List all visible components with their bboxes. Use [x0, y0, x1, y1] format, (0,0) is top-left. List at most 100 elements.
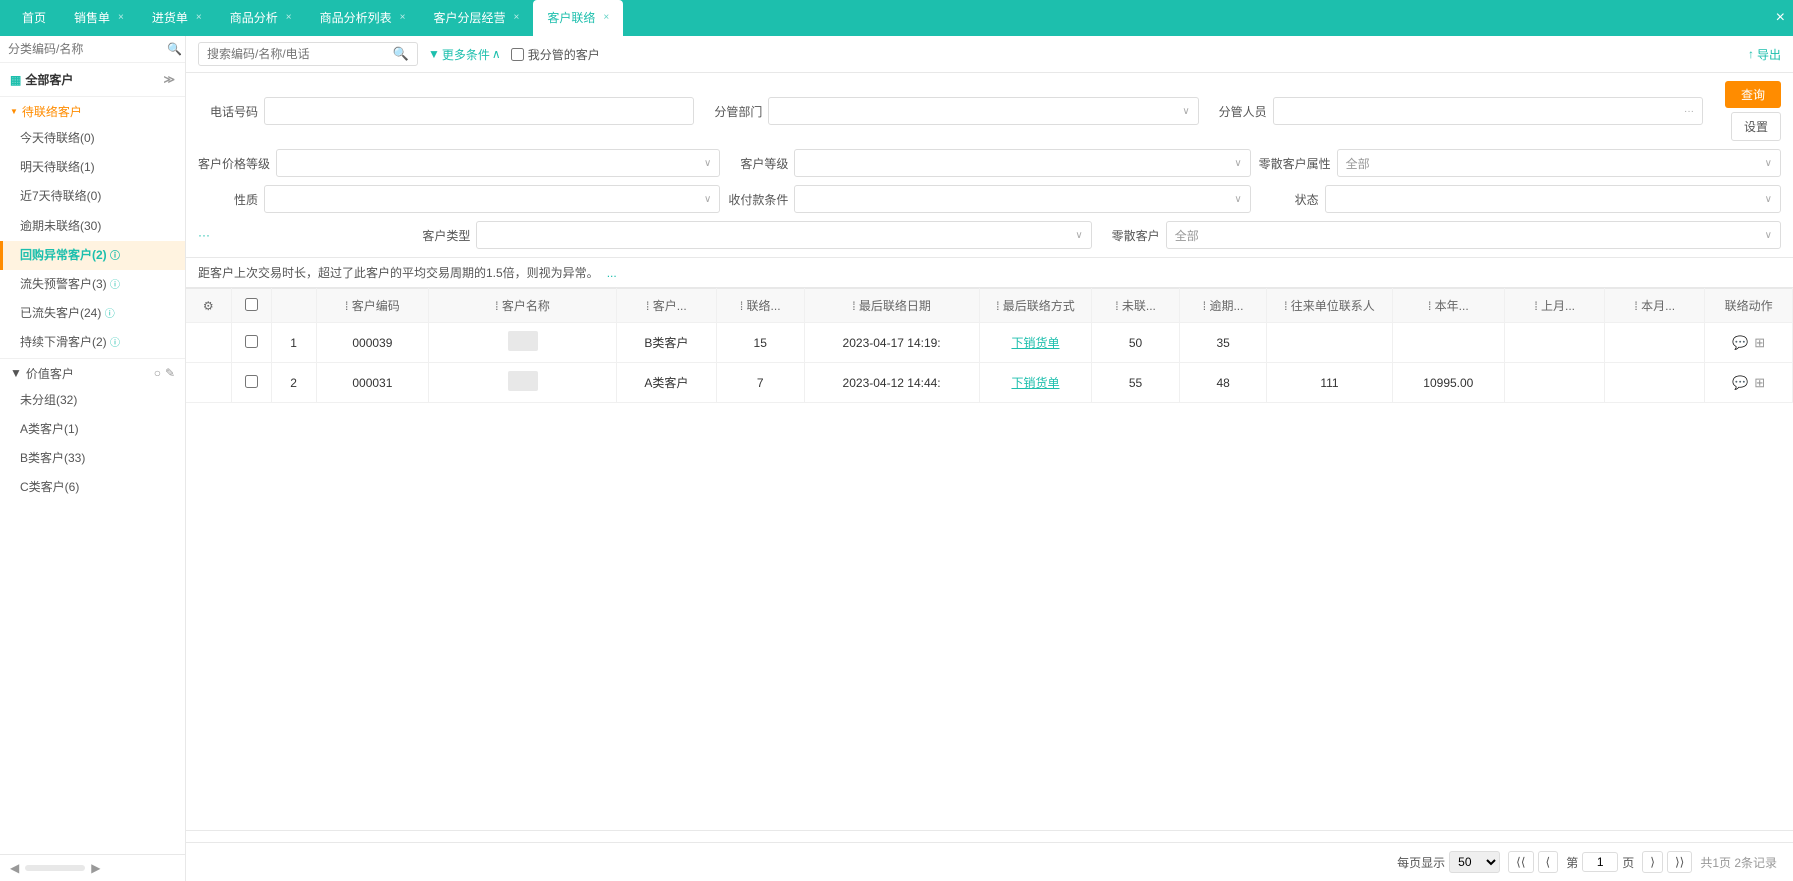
col-type-header[interactable]: ⁞ 客户...	[616, 289, 716, 323]
input-dept[interactable]: ∨	[768, 97, 1198, 125]
col-thismonth-header[interactable]: ⁞ 本月...	[1605, 289, 1705, 323]
input-payment[interactable]: ∨	[794, 185, 1250, 213]
col-contacts-header[interactable]: ⁞ 往来单位联系人	[1267, 289, 1392, 323]
nav-home[interactable]: 首页	[8, 0, 60, 36]
row1-link-icon[interactable]: ⊞	[1754, 335, 1765, 351]
per-page-select[interactable]: 20 50 100	[1449, 851, 1500, 873]
window-close-button[interactable]: ×	[1776, 9, 1785, 27]
settings-button[interactable]: 设置	[1731, 112, 1781, 141]
pending-contact-group[interactable]: ▼ 待联络客户	[0, 97, 185, 124]
settings-value-group-icon[interactable]: ✎	[165, 366, 175, 380]
row2-way-link[interactable]: 下销货单	[1011, 376, 1059, 390]
my-customers-checkbox[interactable]	[511, 48, 524, 61]
filter-customer-grade: 客户等级 ∨	[728, 149, 1250, 177]
expand-more-filters[interactable]: ···	[198, 228, 210, 242]
close-sales-tab[interactable]: ×	[118, 0, 124, 36]
row1-check[interactable]	[231, 323, 271, 363]
row1-way-link[interactable]: 下销货单	[1011, 336, 1059, 350]
row1-comment-icon[interactable]: 💬	[1732, 335, 1748, 351]
first-page-btn[interactable]: ⟨⟨	[1508, 851, 1533, 873]
sidebar-item-today[interactable]: 今天待联络(0)	[0, 124, 185, 153]
input-phone[interactable]	[264, 97, 694, 125]
col-date-header[interactable]: ⁞ 最后联络日期	[804, 289, 979, 323]
col-unreached-header[interactable]: ⁞ 未联...	[1092, 289, 1180, 323]
row2-comment-icon[interactable]: 💬	[1732, 375, 1748, 391]
nav-purchase[interactable]: 进货单 ×	[138, 0, 216, 36]
nav-customer-contact[interactable]: 客户联络 ×	[533, 0, 623, 36]
next-page-btn[interactable]: ⟩	[1642, 851, 1663, 873]
tooltip-more-btn[interactable]: ...	[607, 266, 617, 280]
sidebar-search-icon[interactable]: 🔍	[167, 42, 182, 56]
col-name-header[interactable]: ⁞ 客户名称	[429, 289, 617, 323]
input-nature[interactable]: ∨	[264, 185, 720, 213]
sidebar-item-repurchase-abnormal[interactable]: 回购异常客户(2) ⓘ	[0, 241, 185, 270]
close-purchase-tab[interactable]: ×	[196, 0, 202, 36]
sidebar-item-ungrouped[interactable]: 未分组(32)	[0, 386, 185, 415]
horizontal-scrollbar[interactable]	[186, 830, 1793, 842]
sidebar-item-b-class[interactable]: B类客户(33)	[0, 444, 185, 473]
row1-checkbox[interactable]	[245, 335, 258, 348]
col-overdue-header[interactable]: ⁞ 逾期...	[1179, 289, 1267, 323]
last-page-btn[interactable]: ⟩⟩	[1667, 851, 1692, 873]
sidebar-search-input[interactable]	[8, 42, 163, 56]
nav-product-analysis[interactable]: 商品分析 ×	[216, 0, 306, 36]
sidebar-item-a-class[interactable]: A类客户(1)	[0, 415, 185, 444]
sidebar-prev-btn[interactable]: ◀	[10, 861, 19, 875]
main-search-input[interactable]	[207, 47, 393, 61]
nav-product-analysis-list[interactable]: 商品分析列表 ×	[306, 0, 420, 36]
sidebar-item-declining[interactable]: 持续下滑客户(2) ⓘ	[0, 328, 185, 357]
sidebar-item-7days[interactable]: 近7天待联络(0)	[0, 182, 185, 211]
col-way-header[interactable]: ⁞ 最后联络方式	[979, 289, 1092, 323]
edit-value-group-icon[interactable]: ○	[154, 366, 161, 380]
chevron-payment: ∨	[1234, 194, 1241, 205]
tooltip-text: 距客户上次交易时长，超过了此客户的平均交易周期的1.5倍，则视为异常。	[198, 264, 599, 281]
select-all-checkbox[interactable]	[245, 298, 258, 311]
col-check-header[interactable]	[231, 289, 271, 323]
nav-customer-tier[interactable]: 客户分层经营 ×	[419, 0, 533, 36]
col-code-header[interactable]: ⁞ 客户编码	[316, 289, 429, 323]
label-payment: 收付款条件	[728, 191, 788, 208]
query-button[interactable]: 查询	[1725, 81, 1781, 108]
col-thisyear-header[interactable]: ⁞ 本年...	[1392, 289, 1505, 323]
input-status[interactable]: ∨	[1325, 185, 1781, 213]
sidebar-item-churned[interactable]: 已流失客户(24) ⓘ	[0, 299, 185, 328]
input-retail-customer[interactable]: 全部 ∨	[1166, 221, 1781, 249]
col-lastmonth-header[interactable]: ⁞ 上月...	[1505, 289, 1605, 323]
col-contact-header[interactable]: ⁞ 联络...	[716, 289, 804, 323]
sidebar-item-churn-warning[interactable]: 流失预警客户(3) ⓘ	[0, 270, 185, 299]
label-person: 分管人员	[1207, 103, 1267, 120]
input-customer-grade[interactable]: ∨	[794, 149, 1250, 177]
input-customer-type[interactable]: ∨	[476, 221, 1091, 249]
close-product-analysis-list-tab[interactable]: ×	[400, 0, 406, 36]
row2-action: 💬 ⊞	[1705, 363, 1793, 403]
nav-sales[interactable]: 销售单 ×	[60, 0, 138, 36]
row2-link-icon[interactable]: ⊞	[1754, 375, 1765, 391]
close-customer-contact-tab[interactable]: ×	[603, 0, 609, 36]
more-conditions-btn[interactable]: ▼ 更多条件 ∧	[428, 46, 501, 63]
export-button[interactable]: ↑ 导出	[1748, 46, 1781, 63]
sidebar-item-c-class[interactable]: C类客户(6)	[0, 473, 185, 502]
row1-way[interactable]: 下销货单	[979, 323, 1092, 363]
value-customer-group[interactable]: ▼ 价值客户 ○ ✎	[0, 358, 185, 386]
label-phone: 电话号码	[198, 103, 258, 120]
sidebar-next-btn[interactable]: ▶	[91, 861, 100, 875]
sidebar-item-tomorrow[interactable]: 明天待联络(1)	[0, 153, 185, 182]
col-settings-header[interactable]: ⚙	[186, 289, 231, 323]
filter-retail-customer: 零散客户 全部 ∨	[1100, 221, 1781, 249]
input-retail-attr[interactable]: 全部 ∨	[1337, 149, 1781, 177]
search-wrap: 🔍	[198, 42, 418, 66]
row2-way[interactable]: 下销货单	[979, 363, 1092, 403]
input-price-grade[interactable]: ∨	[276, 149, 720, 177]
main-search-icon[interactable]: 🔍	[393, 46, 409, 62]
row1-index: 1	[271, 323, 316, 363]
row2-checkbox[interactable]	[245, 375, 258, 388]
row2-check[interactable]	[231, 363, 271, 403]
prev-page-btn[interactable]: ⟨	[1538, 851, 1559, 873]
sidebar-item-overdue[interactable]: 逾期未联络(30)	[0, 212, 185, 241]
collapse-sidebar-btn[interactable]: ≫	[163, 73, 175, 86]
input-person[interactable]: ···	[1273, 97, 1703, 125]
my-customers-filter[interactable]: 我分管的客户	[511, 46, 600, 63]
page-number-input[interactable]	[1582, 852, 1618, 872]
close-product-analysis-tab[interactable]: ×	[286, 0, 292, 36]
close-customer-tier-tab[interactable]: ×	[513, 0, 519, 36]
